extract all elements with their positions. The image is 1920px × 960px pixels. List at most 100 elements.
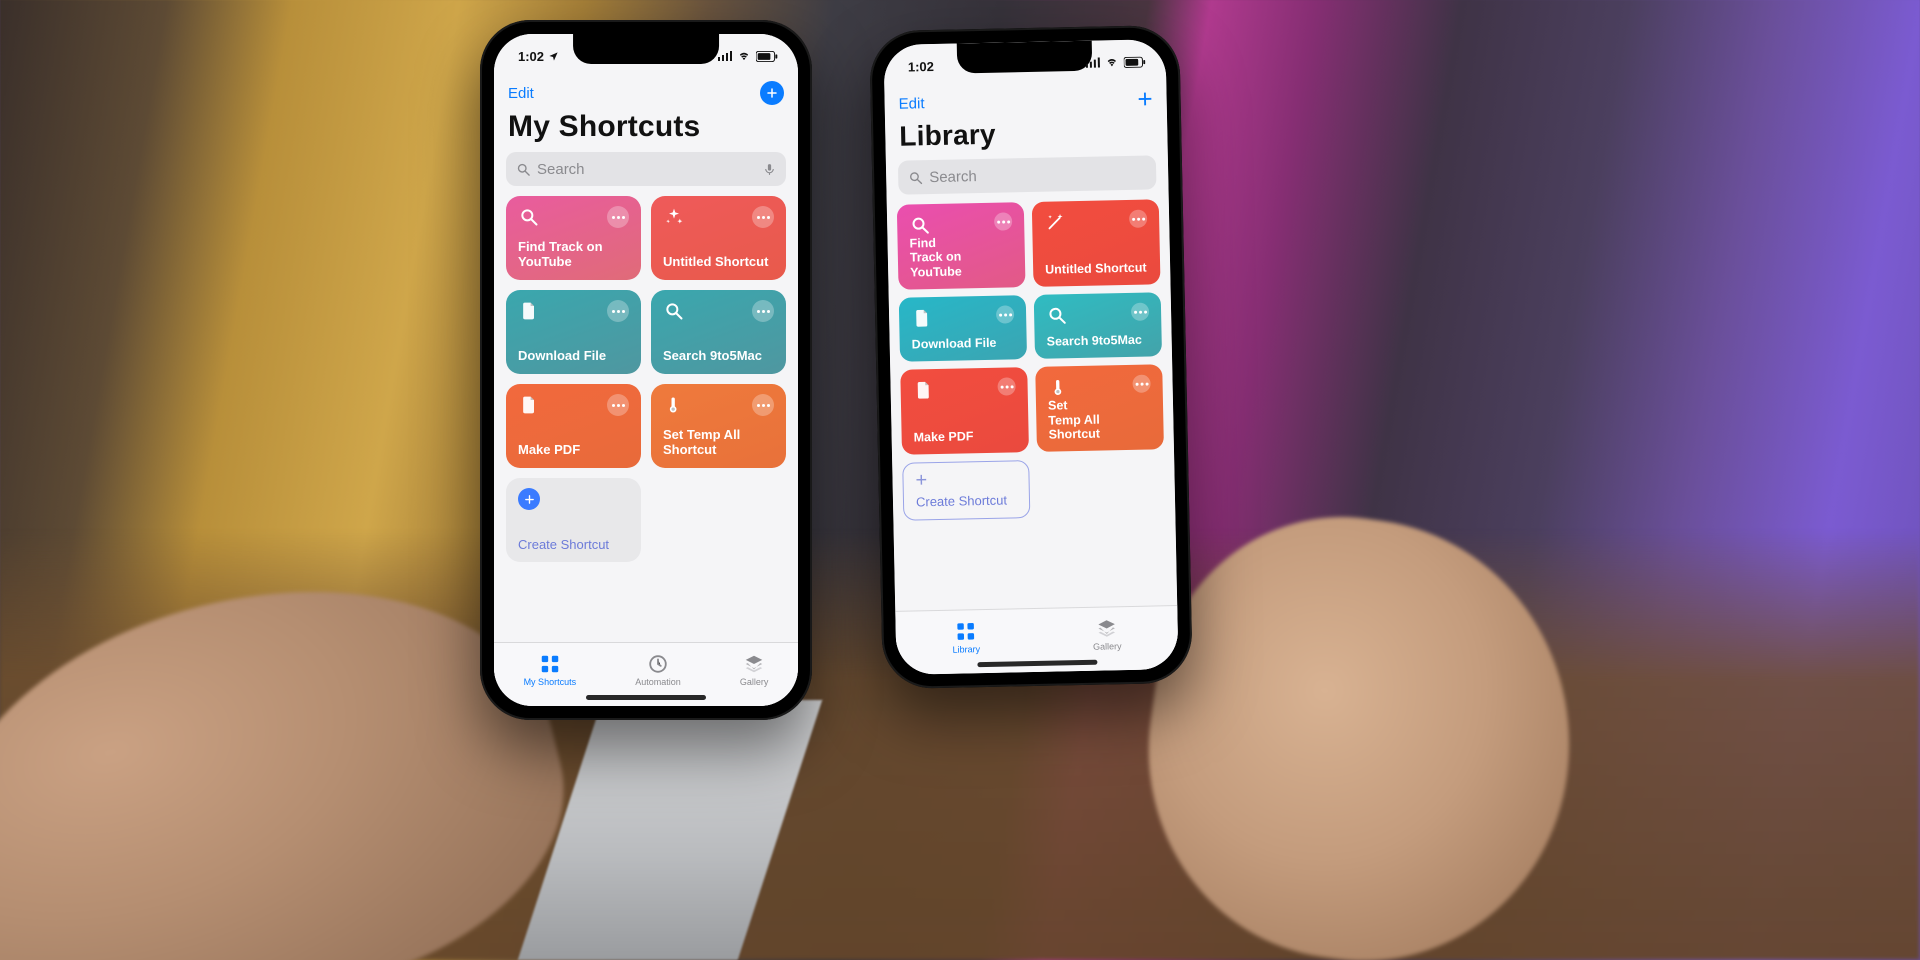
tile-label: Search 9to5Mac: [1047, 332, 1150, 349]
plus-icon: [766, 87, 778, 99]
shortcut-tile[interactable]: Set Temp All Shortcut: [651, 384, 786, 468]
thermometer-icon: [663, 394, 685, 416]
shortcut-tile[interactable]: Find Track on YouTube: [897, 202, 1026, 290]
tile-label: Set Temp All Shortcut: [1048, 397, 1152, 442]
sparkle-icon: [663, 206, 685, 228]
shortcuts-grid: Find Track on YouTube Untitled Shortcut …: [887, 199, 1176, 521]
tile-label: Untitled Shortcut: [663, 255, 774, 270]
shortcut-tile[interactable]: Download File: [506, 290, 641, 374]
tab-automation[interactable]: Automation: [635, 653, 681, 687]
create-shortcut[interactable]: + Create Shortcut: [902, 460, 1030, 521]
create-label: Create Shortcut: [518, 537, 629, 552]
more-icon[interactable]: [996, 305, 1014, 323]
wand-icon: [1044, 211, 1066, 233]
battery-icon: [756, 51, 778, 62]
shortcut-tile[interactable]: Find Track on YouTube: [506, 196, 641, 280]
more-icon[interactable]: [994, 212, 1012, 230]
tile-label: Make PDF: [914, 428, 1017, 445]
phone-left: 1:02 Edit My Shortcuts: [480, 20, 812, 720]
tab-label: Gallery: [1093, 641, 1122, 652]
page-title: My Shortcuts: [494, 106, 798, 152]
more-icon[interactable]: [607, 394, 629, 416]
phone-right: 1:02 Edit + Library Search: [869, 25, 1193, 689]
more-icon[interactable]: [1131, 303, 1149, 321]
tile-label: Set Temp All Shortcut: [663, 428, 774, 458]
shortcut-tile[interactable]: Make PDF: [900, 367, 1029, 455]
content: Edit + Library Search Find Track on YouT…: [883, 39, 1178, 675]
create-label: Create Shortcut: [916, 493, 1017, 510]
search-icon: [908, 170, 923, 185]
doc-icon: [912, 379, 934, 401]
tab-label: Gallery: [740, 677, 769, 687]
tile-label: Untitled Shortcut: [1045, 260, 1148, 277]
shortcut-tile[interactable]: Set Temp All Shortcut: [1035, 364, 1164, 452]
status-bar: 1:02: [883, 39, 1166, 89]
more-icon[interactable]: [752, 300, 774, 322]
thermometer-icon: [1047, 376, 1069, 398]
edit-button[interactable]: Edit: [508, 85, 534, 102]
search-bar[interactable]: Search: [506, 152, 786, 186]
time-text: 1:02: [518, 49, 544, 64]
content: Edit My Shortcuts Search Find Track on Y…: [494, 34, 798, 706]
more-icon[interactable]: [1132, 375, 1150, 393]
shortcut-tile[interactable]: Untitled Shortcut: [651, 196, 786, 280]
wifi-icon: [1105, 57, 1119, 68]
shortcut-tile[interactable]: Make PDF: [506, 384, 641, 468]
plus-icon: +: [915, 472, 1016, 488]
more-icon[interactable]: [1129, 210, 1147, 228]
search-placeholder: Search: [537, 161, 585, 178]
search-icon: [518, 206, 540, 228]
more-icon[interactable]: [752, 206, 774, 228]
shortcut-tile[interactable]: Search 9to5Mac: [651, 290, 786, 374]
search-icon: [663, 300, 685, 322]
search-icon: [516, 162, 531, 177]
tile-label: Search 9to5Mac: [663, 349, 774, 364]
more-icon[interactable]: [997, 377, 1015, 395]
plus-icon: [518, 488, 540, 510]
tab-library[interactable]: Library: [952, 620, 980, 655]
cellular-icon: [718, 51, 733, 61]
shortcut-tile[interactable]: Search 9to5Mac: [1034, 292, 1162, 359]
add-button[interactable]: [760, 81, 784, 105]
more-icon[interactable]: [752, 394, 774, 416]
edit-button[interactable]: Edit: [898, 95, 924, 113]
nav-bar: Edit: [494, 78, 798, 106]
time-text: 1:02: [908, 58, 934, 74]
tile-label: Make PDF: [518, 443, 629, 458]
tab-label: Library: [952, 644, 980, 655]
tab-label: My Shortcuts: [524, 677, 577, 687]
more-icon[interactable]: [607, 300, 629, 322]
shortcut-tile[interactable]: Untitled Shortcut: [1032, 199, 1161, 287]
create-shortcut[interactable]: Create Shortcut: [506, 478, 641, 562]
page-title: Library: [885, 111, 1168, 161]
tab-my-shortcuts[interactable]: My Shortcuts: [524, 653, 577, 687]
status-right: [718, 51, 779, 62]
search-icon: [1046, 304, 1068, 326]
doc-icon: [911, 307, 933, 329]
battery-icon: [1124, 56, 1146, 67]
tile-label: Download File: [912, 335, 1015, 352]
search-placeholder: Search: [929, 168, 977, 186]
scene: 1:02 Edit My Shortcuts: [0, 0, 1920, 960]
search-icon: [909, 214, 931, 236]
cellular-icon: [1085, 57, 1100, 67]
tab-gallery[interactable]: Gallery: [1092, 617, 1121, 652]
screen-left: 1:02 Edit My Shortcuts: [494, 34, 798, 706]
tab-gallery[interactable]: Gallery: [740, 653, 769, 687]
tile-label: Find Track on YouTube: [518, 240, 629, 270]
status-time: 1:02: [518, 49, 559, 64]
shortcuts-grid: Find Track on YouTube Untitled Shortcut …: [494, 196, 798, 562]
location-icon: [548, 51, 559, 62]
mic-icon[interactable]: [763, 161, 776, 178]
screen-right: 1:02 Edit + Library Search: [883, 39, 1178, 675]
status-right: [1085, 56, 1146, 68]
home-indicator[interactable]: [586, 695, 706, 700]
wifi-icon: [737, 51, 751, 62]
status-bar: 1:02: [494, 34, 798, 78]
search-bar[interactable]: Search: [898, 155, 1157, 194]
tab-label: Automation: [635, 677, 681, 687]
doc-icon: [518, 300, 540, 322]
shortcut-tile[interactable]: Download File: [899, 295, 1027, 362]
more-icon[interactable]: [607, 206, 629, 228]
add-button[interactable]: +: [1137, 88, 1153, 108]
